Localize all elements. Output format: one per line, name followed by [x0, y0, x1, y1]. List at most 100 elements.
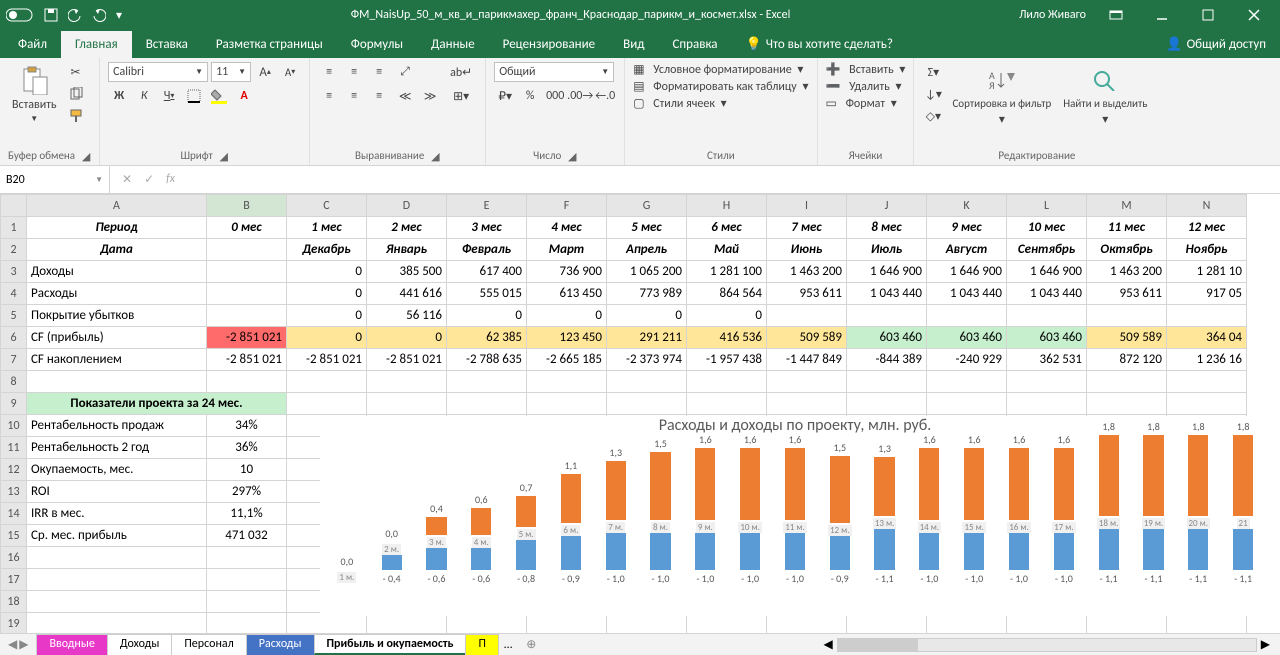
cell[interactable] — [1007, 371, 1087, 393]
cell[interactable]: 11 мес — [1087, 217, 1167, 239]
cell[interactable]: Март — [527, 239, 607, 261]
cell[interactable] — [1007, 393, 1087, 415]
cell[interactable]: -2 788 635 — [447, 349, 527, 371]
cell[interactable]: Окупаемость, мес. — [27, 459, 207, 481]
cell[interactable]: 1 236 16 — [1167, 349, 1247, 371]
row-header[interactable]: 14 — [1, 503, 27, 525]
cell[interactable]: 555 015 — [447, 283, 527, 305]
cell[interactable]: 0 — [287, 283, 367, 305]
cell[interactable]: 2 мес — [367, 217, 447, 239]
row-header[interactable]: 9 — [1, 393, 27, 415]
indent-increase-icon[interactable]: ≫ — [419, 86, 441, 106]
cell[interactable]: -1 957 438 — [687, 349, 767, 371]
cell[interactable] — [1087, 393, 1167, 415]
sheet-tab[interactable]: Прибыль и окупаемость — [314, 634, 467, 655]
tab-Файл[interactable]: Файл — [4, 31, 61, 58]
cell[interactable]: 1 463 200 — [767, 261, 847, 283]
ribbon-options-icon[interactable] — [1096, 3, 1136, 27]
dialog-launcher-icon[interactable]: ◢ — [81, 150, 91, 160]
tab-Разметка страницы[interactable]: Разметка страницы — [202, 31, 337, 58]
cell[interactable]: 123 450 — [527, 327, 607, 349]
cell[interactable]: -2 665 185 — [527, 349, 607, 371]
tab-Вставка[interactable]: Вставка — [132, 31, 202, 58]
cell[interactable]: 617 400 — [447, 261, 527, 283]
cell[interactable]: 6 мес — [687, 217, 767, 239]
cell[interactable]: -2 851 021 — [367, 349, 447, 371]
cell[interactable]: 509 589 — [767, 327, 847, 349]
cell[interactable] — [27, 591, 207, 613]
cell[interactable] — [1007, 305, 1087, 327]
cell[interactable] — [447, 393, 527, 415]
cell[interactable] — [207, 613, 287, 634]
cell[interactable]: 603 460 — [927, 327, 1007, 349]
cell[interactable] — [207, 239, 287, 261]
sheet-more-icon[interactable]: … — [498, 638, 518, 652]
row-header[interactable]: 15 — [1, 525, 27, 547]
cell[interactable]: Ср. мес. прибыль — [27, 525, 207, 547]
cell[interactable]: -2 851 021 — [207, 327, 287, 349]
cell[interactable] — [207, 305, 287, 327]
row-header[interactable]: 5 — [1, 305, 27, 327]
cell[interactable]: 613 450 — [527, 283, 607, 305]
user-name[interactable]: Лило Живаго — [1019, 8, 1086, 22]
cell[interactable] — [847, 305, 927, 327]
col-header[interactable]: F — [527, 195, 607, 217]
cell[interactable]: Сентябрь — [1007, 239, 1087, 261]
cell[interactable]: 385 500 — [367, 261, 447, 283]
cell[interactable] — [687, 371, 767, 393]
dialog-launcher-icon[interactable]: ◢ — [567, 150, 577, 160]
sheet-nav-prev-icon[interactable]: ◀ — [8, 637, 17, 652]
cell[interactable] — [207, 569, 287, 591]
bold-button[interactable]: Ж — [108, 86, 130, 106]
cell[interactable] — [1167, 305, 1247, 327]
merge-cells-icon[interactable]: ⊞▾ — [445, 86, 477, 106]
wrap-text-icon[interactable]: ab↵ — [445, 62, 477, 82]
sheet-tab[interactable]: Расходы — [246, 634, 315, 655]
align-right-icon[interactable]: ≡ — [368, 86, 390, 106]
cell[interactable]: 1 646 900 — [847, 261, 927, 283]
cell[interactable]: 1 646 900 — [1007, 261, 1087, 283]
cell[interactable] — [207, 591, 287, 613]
cell[interactable]: CF накоплением — [27, 349, 207, 371]
format-cells-button[interactable]: ▭ Формат ▾ — [826, 96, 897, 111]
cell[interactable]: 36% — [207, 437, 287, 459]
cell[interactable]: -240 929 — [927, 349, 1007, 371]
cell[interactable]: 362 531 — [1007, 349, 1087, 371]
delete-cells-button[interactable]: ➖ Удалить ▾ — [826, 79, 902, 94]
cell[interactable]: 1 043 440 — [1007, 283, 1087, 305]
maximize-icon[interactable] — [1188, 3, 1228, 27]
select-all[interactable] — [1, 195, 27, 217]
col-header[interactable]: J — [847, 195, 927, 217]
cell[interactable]: 364 04 — [1167, 327, 1247, 349]
row-header[interactable]: 1 — [1, 217, 27, 239]
cell[interactable] — [367, 371, 447, 393]
cell[interactable]: 62 385 — [447, 327, 527, 349]
cell[interactable]: 603 460 — [847, 327, 927, 349]
cell[interactable]: Январь — [367, 239, 447, 261]
cell[interactable]: 917 05 — [1167, 283, 1247, 305]
col-header[interactable]: D — [367, 195, 447, 217]
cancel-formula-icon[interactable]: ✕ — [122, 172, 132, 187]
cell[interactable] — [927, 393, 1007, 415]
cell[interactable] — [527, 371, 607, 393]
cell[interactable]: 297% — [207, 481, 287, 503]
col-header[interactable]: C — [287, 195, 367, 217]
cell[interactable]: 1 065 200 — [607, 261, 687, 283]
enter-formula-icon[interactable]: ✓ — [144, 172, 154, 187]
cell[interactable]: 0 — [367, 327, 447, 349]
cell[interactable] — [207, 371, 287, 393]
tell-me[interactable]: 💡 Что вы хотите сделать? — [732, 31, 907, 58]
increase-font-icon[interactable]: A▴ — [254, 62, 276, 82]
sheet-tab[interactable]: Персонал — [171, 634, 246, 655]
cell[interactable]: 603 460 — [1007, 327, 1087, 349]
format-as-table-button[interactable]: ▤ Форматировать как таблицу ▾ — [633, 79, 808, 94]
paste-button[interactable]: Вставить ▼ — [8, 62, 61, 126]
redo-icon[interactable] — [92, 8, 106, 22]
cell[interactable] — [207, 283, 287, 305]
font-color-icon[interactable]: A — [233, 86, 255, 106]
autosum-icon[interactable]: Σ▾ — [922, 62, 944, 82]
col-header[interactable]: B — [207, 195, 287, 217]
cell[interactable]: 1 646 900 — [927, 261, 1007, 283]
tab-Рецензирование[interactable]: Рецензирование — [489, 31, 609, 58]
cell[interactable]: 0 — [607, 305, 687, 327]
